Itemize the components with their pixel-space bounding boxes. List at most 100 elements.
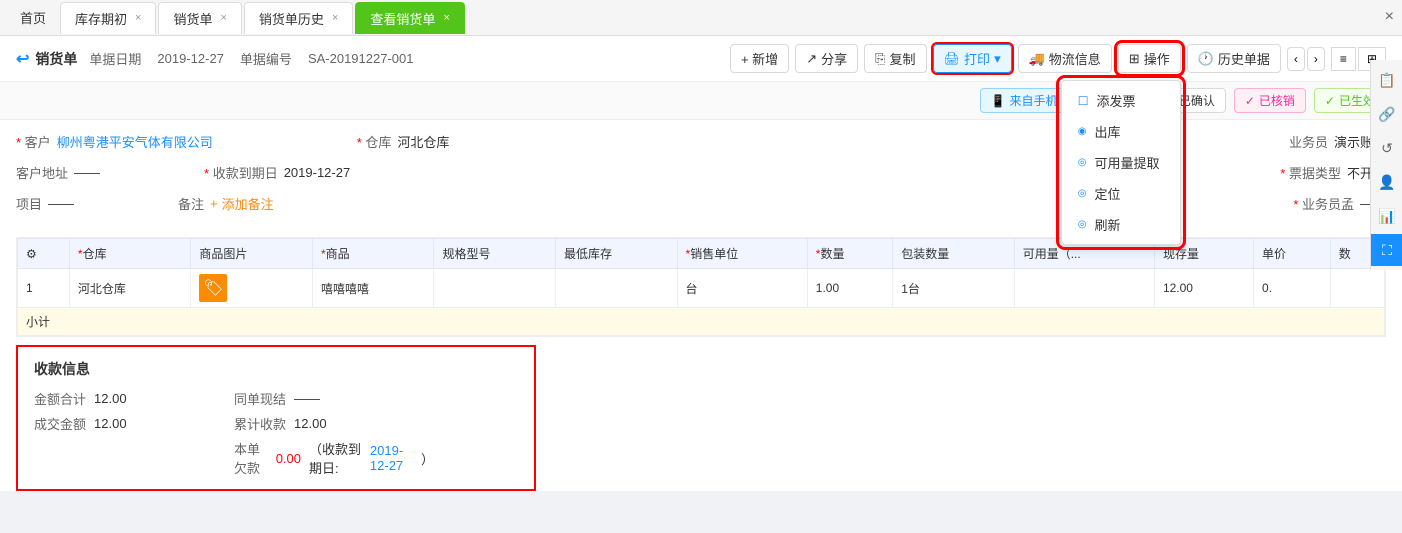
effect-icon: ✓: [1325, 94, 1335, 108]
arrears-item: 本单欠款 0.00 （收款到期日: 2019-12-27 ）: [234, 439, 434, 477]
total-label: 金额合计: [34, 389, 86, 408]
cell-spec: [434, 269, 556, 308]
refresh-item[interactable]: ◎ 刷新: [1062, 209, 1180, 240]
col-spec: 规格型号: [434, 239, 556, 269]
locate-item[interactable]: ◎ 定位: [1062, 178, 1180, 209]
radio-icon: ◎: [1078, 157, 1087, 168]
cell-pack-qty: 1台: [893, 269, 1015, 308]
tab-close-icon[interactable]: ×: [332, 12, 338, 24]
cell-unit: 台: [677, 269, 807, 308]
sidebar-icon-document[interactable]: 📋: [1371, 64, 1402, 96]
tab-home[interactable]: 首页: [8, 2, 58, 33]
sub-toolbar: 📱 来自手机 ● 未开票 ✓ 已确认 ✓ 已核销 ✓ 已生效: [0, 82, 1402, 120]
cell-product: 嘻嘻嘻嘻: [312, 269, 434, 308]
project-value: ——: [48, 196, 74, 211]
payment-grid: 金额合计 12.00 同单现结 —— 成交金额 12.00 累计收款 12.00…: [34, 389, 518, 477]
tab-inventory-init[interactable]: 库存期初 ×: [60, 2, 156, 34]
doc-header: ↩ 销货单 单据日期 2019-12-27 单据编号 SA-20191227-0…: [0, 36, 1402, 82]
print-button[interactable]: 🖨 打印 ▾: [933, 44, 1012, 73]
payment-date-label: 收款到期日: [204, 163, 278, 182]
share-button[interactable]: ↗ 分享: [795, 44, 858, 73]
cumulative-label: 累计收款: [234, 414, 286, 433]
logistics-button[interactable]: 🚚 物流信息: [1018, 44, 1112, 73]
tab-close-icon[interactable]: ×: [135, 12, 141, 24]
address-field: 客户地址 ——: [16, 163, 100, 182]
phone-icon: 📱: [991, 94, 1006, 108]
sold-button[interactable]: ✓ 已核销: [1234, 88, 1306, 113]
tab-close-icon[interactable]: ×: [443, 12, 449, 24]
history-button[interactable]: 🕐 历史单据: [1187, 44, 1281, 73]
single-settlement-label: 同单现结: [234, 389, 286, 408]
tab-label: 销货单: [173, 9, 212, 28]
sidebar-icon-refresh[interactable]: ↺: [1371, 132, 1402, 164]
project-label: 项目: [16, 194, 42, 213]
tab-view-sales-order[interactable]: 查看销货单 ×: [355, 2, 464, 34]
sold-icon: ✓: [1245, 94, 1255, 108]
outbound-label: 出库: [1094, 122, 1120, 141]
transaction-value: 12.00: [94, 416, 127, 431]
main-content: ↩ 销货单 单据日期 2019-12-27 单据编号 SA-20191227-0…: [0, 36, 1402, 491]
tab-sales-order[interactable]: 销货单 ×: [158, 2, 241, 34]
prev-button[interactable]: ‹: [1287, 47, 1305, 71]
col-settings[interactable]: ⚙: [18, 239, 70, 269]
dropdown-arrow: ▾: [994, 51, 1001, 67]
copy-icon: ⎘: [875, 51, 885, 67]
close-button[interactable]: ×: [1385, 8, 1394, 26]
checkbox-icon: ☐: [1078, 94, 1089, 108]
tab-label: 查看销货单: [370, 9, 435, 28]
add-note-icon: +: [210, 196, 218, 211]
sidebar-icon-expand[interactable]: ⛶: [1371, 234, 1402, 266]
note-field: 备注 + 添加备注: [178, 194, 274, 213]
col-warehouse: *仓库: [69, 239, 191, 269]
doc-title-section: ↩ 销货单: [16, 49, 77, 69]
available-qty-item[interactable]: ◎ 可用量提取: [1062, 147, 1180, 178]
sidebar-icon-link[interactable]: 🔗: [1371, 98, 1402, 130]
col-unit: *销售单位: [677, 239, 807, 269]
add-invoice-item[interactable]: ☐ 添发票: [1062, 85, 1180, 116]
sidebar-icon-chart[interactable]: 📊: [1371, 200, 1402, 232]
add-invoice-label: 添发票: [1096, 91, 1135, 110]
new-button[interactable]: + 新增: [730, 44, 789, 73]
operations-icon: ⊞: [1129, 51, 1140, 67]
form-section: 客户 柳州粤港平安气体有限公司 仓库 河北仓库 业务员 演示账号 客户地址 ——…: [0, 120, 1402, 237]
radio-selected-icon: ◉: [1078, 126, 1087, 137]
right-sidebar: 📋 🔗 ↺ 👤 📊 ⛶: [1370, 60, 1402, 270]
cumulative-value: 12.00: [294, 416, 327, 431]
customer-value[interactable]: 柳州粤港平安气体有限公司: [57, 132, 213, 151]
doc-type-label: 销货单: [35, 49, 77, 69]
list-view-button[interactable]: ≡: [1331, 47, 1356, 71]
cell-current-stock: 12.00: [1154, 269, 1253, 308]
from-phone-button[interactable]: 📱 来自手机: [980, 88, 1069, 113]
project-field: 项目 ——: [16, 194, 74, 213]
date-value: 2019-12-27: [157, 51, 224, 66]
next-button[interactable]: ›: [1307, 47, 1325, 71]
sidebar-icon-user[interactable]: 👤: [1371, 166, 1402, 198]
total-value: 12.00: [94, 391, 127, 406]
single-settlement-value: ——: [294, 391, 320, 406]
salesperson2-label: 业务员孟: [1293, 194, 1354, 213]
doc-icon: ↩: [16, 49, 29, 69]
doc-meta: 单据日期 2019-12-27 单据编号 SA-20191227-001: [89, 49, 413, 68]
add-note-text: 添加备注: [222, 194, 274, 213]
cumulative-item: 累计收款 12.00: [234, 414, 434, 433]
tab-close-icon[interactable]: ×: [220, 12, 226, 24]
col-quantity: *数量: [807, 239, 892, 269]
col-product: *商品: [312, 239, 434, 269]
arrears-date: 2019-12-27: [370, 443, 413, 473]
product-image: 🏷: [199, 274, 227, 302]
outbound-item[interactable]: ◉ 出库: [1062, 116, 1180, 147]
arrears-label: 本单欠款: [234, 439, 268, 477]
operations-wrapper: ⊞ 操作 ☐ 添发票 ◉ 出库 ◎ 可用量提取: [1118, 44, 1181, 73]
customer-label: 客户: [16, 132, 51, 151]
address-value: ——: [74, 165, 100, 180]
number-label: 单据编号: [240, 49, 292, 68]
tab-sales-history[interactable]: 销货单历史 ×: [244, 2, 353, 34]
copy-button[interactable]: ⎘ 复制: [864, 44, 926, 73]
date-label: 单据日期: [89, 49, 141, 68]
available-qty-label: 可用量提取: [1094, 153, 1159, 172]
transaction-label: 成交金额: [34, 414, 86, 433]
operations-button[interactable]: ⊞ 操作: [1118, 44, 1181, 73]
add-note-button[interactable]: + 添加备注: [210, 194, 274, 213]
nav-arrows: ‹ ›: [1287, 47, 1325, 71]
history-icon: 🕐: [1198, 51, 1214, 67]
